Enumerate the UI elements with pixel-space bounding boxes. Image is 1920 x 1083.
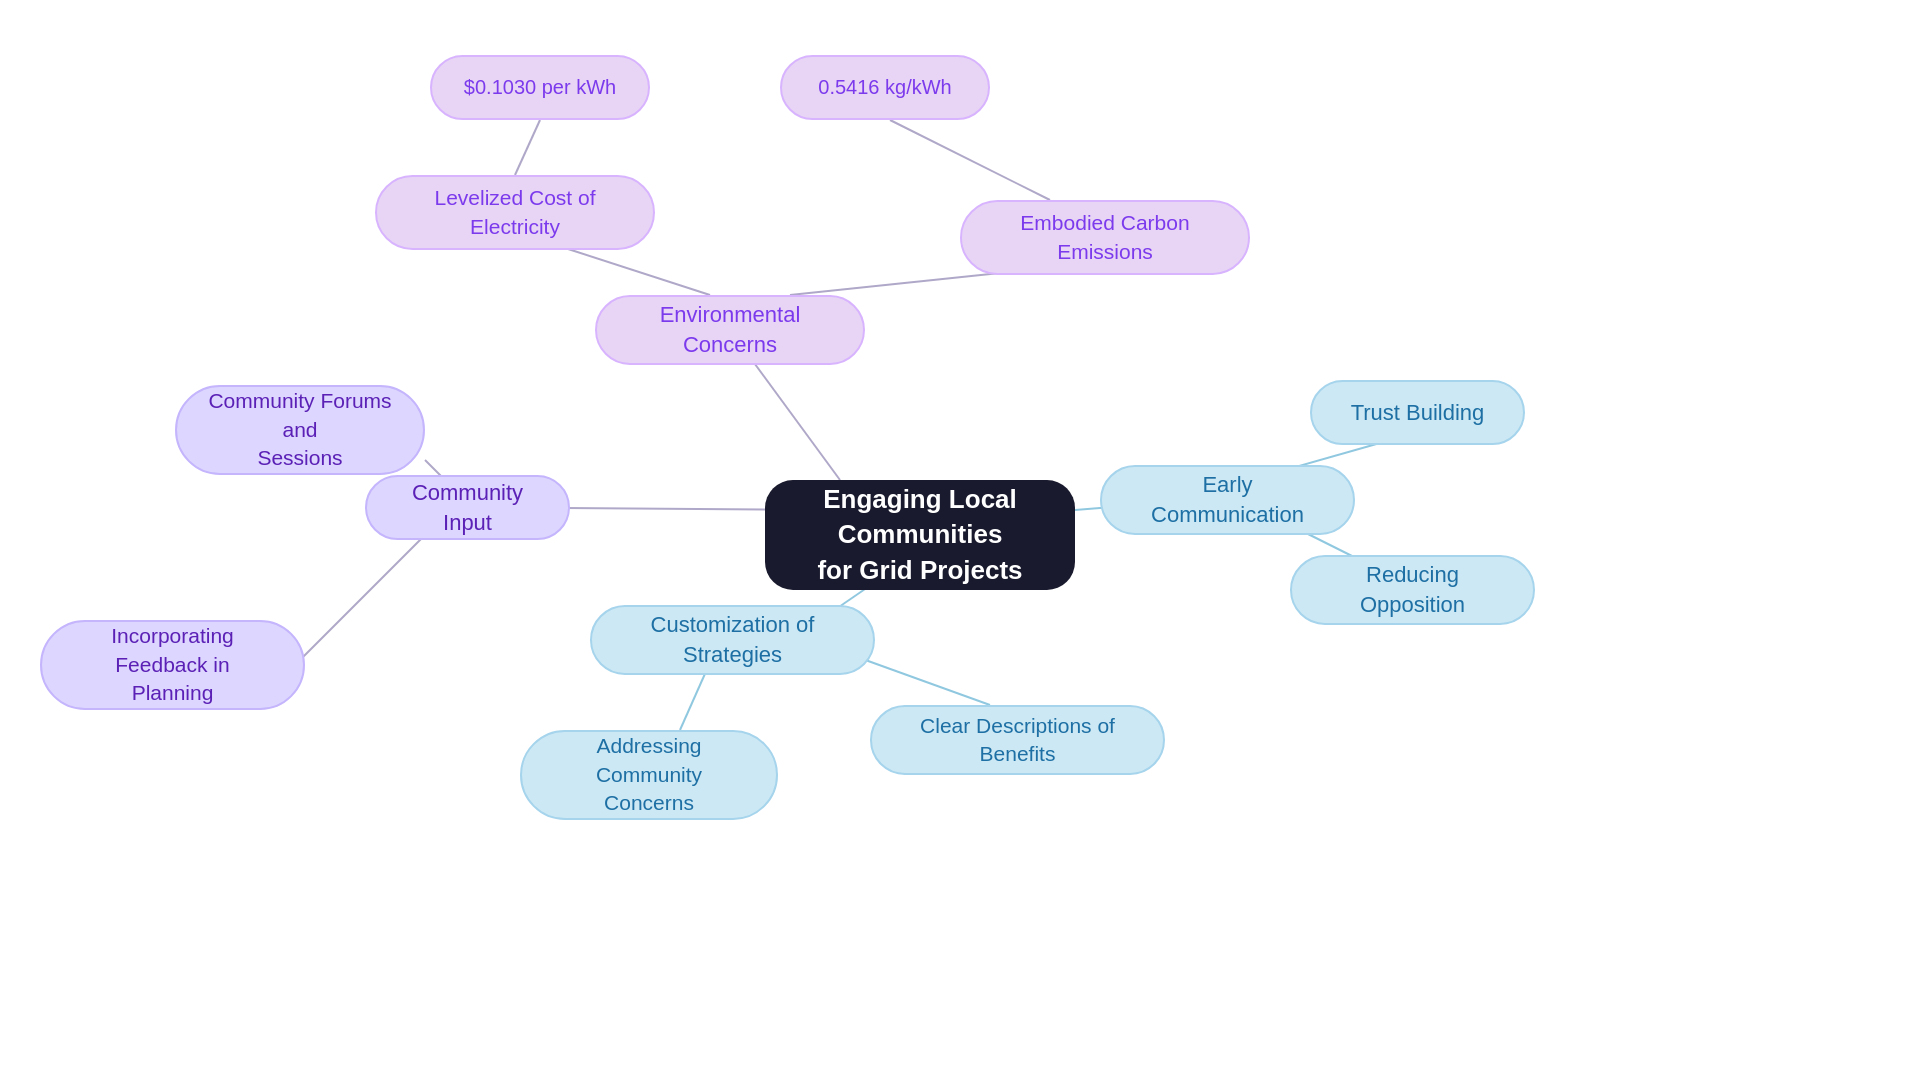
trust-node: Trust Building [1310,380,1525,445]
carbon-value-node: 0.5416 kg/kWh [780,55,990,120]
env-node: Environmental Concerns [595,295,865,365]
lcoe-node: Levelized Cost of Electricity [375,175,655,250]
carbon-value-label: 0.5416 kg/kWh [818,74,951,101]
reducing-label: Reducing Opposition [1320,560,1505,619]
forums-node: Community Forums andSessions [175,385,425,475]
lcoe-label: Levelized Cost of Electricity [405,184,625,241]
svg-line-3 [515,120,540,175]
svg-line-7 [300,520,440,660]
community-input-node: Community Input [365,475,570,540]
clear-desc-node: Clear Descriptions of Benefits [870,705,1165,775]
community-input-label: Community Input [395,478,540,537]
lcoe-value-node: $0.1030 per kWh [430,55,650,120]
lcoe-value-label: $0.1030 per kWh [464,74,616,101]
incorporating-node: Incorporating Feedback inPlanning [40,620,305,710]
env-label: Environmental Concerns [625,300,835,359]
incorporating-label: Incorporating Feedback inPlanning [70,622,275,707]
forums-label: Community Forums andSessions [205,387,395,472]
early-comm-label: Early Communication [1130,470,1325,529]
carbon-node: Embodied Carbon Emissions [960,200,1250,275]
customization-label: Customization of Strategies [620,610,845,669]
clear-desc-label: Clear Descriptions of Benefits [900,712,1135,769]
svg-line-2 [790,273,1000,295]
addressing-label: Addressing CommunityConcerns [550,732,748,817]
early-comm-node: Early Communication [1100,465,1355,535]
addressing-node: Addressing CommunityConcerns [520,730,778,820]
customization-node: Customization of Strategies [590,605,875,675]
center-node: Engaging Local Communitiesfor Grid Proje… [765,480,1075,590]
center-label: Engaging Local Communitiesfor Grid Proje… [793,482,1047,587]
svg-line-1 [565,248,710,295]
svg-line-4 [890,120,1050,200]
reducing-node: Reducing Opposition [1290,555,1535,625]
trust-label: Trust Building [1351,398,1485,428]
carbon-label: Embodied Carbon Emissions [990,209,1220,266]
